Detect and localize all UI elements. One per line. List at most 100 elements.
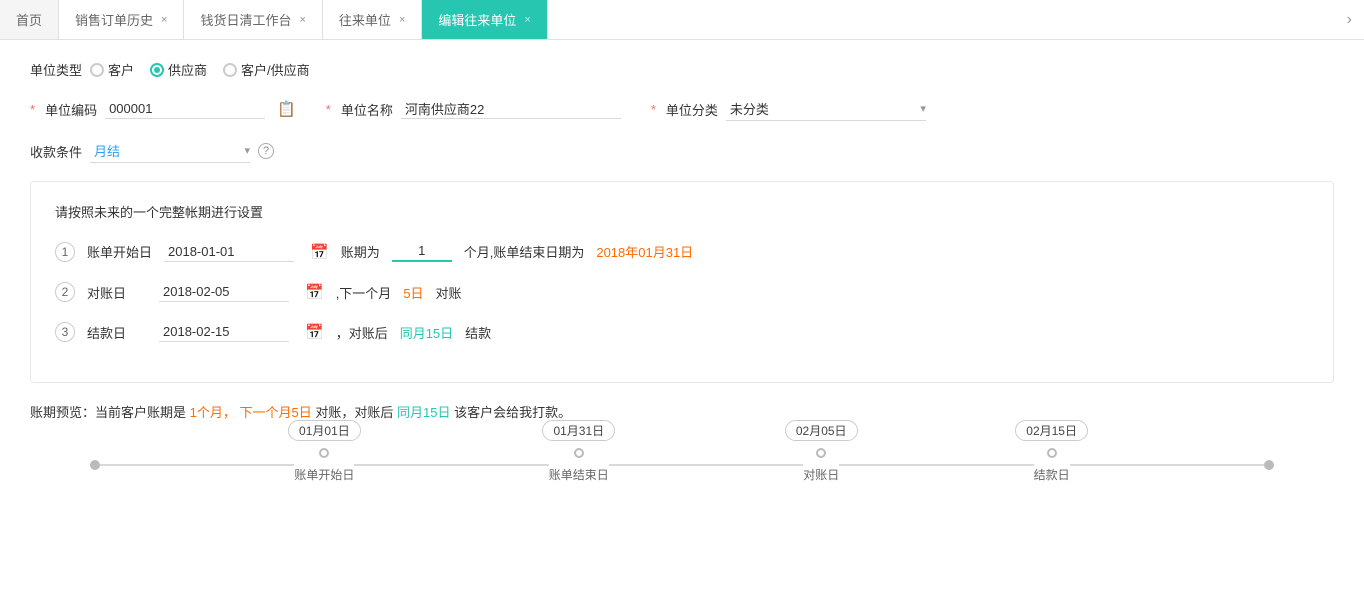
period-num-1: 1 xyxy=(55,242,75,262)
unit-name-label: 单位名称 xyxy=(341,100,393,119)
preview-part4: 同月15日 xyxy=(397,405,450,420)
timeline-sub-3: 对账日 xyxy=(803,466,839,483)
period-recon-calendar[interactable]: 📅 xyxy=(305,283,324,301)
payment-terms-arrow: ▾ xyxy=(244,144,250,157)
unit-cat-required: * xyxy=(651,102,656,117)
unit-type-row: 单位类型 客户 供应商 客户/供应商 xyxy=(30,60,1334,79)
unit-code-label: 单位编码 xyxy=(45,100,97,119)
timeline-sub-2: 账单结束日 xyxy=(549,466,609,483)
timeline-seg-3 xyxy=(609,464,803,466)
period-row-3: 3 结款日 📅 ，对账后 同月15日 结款 xyxy=(55,322,1309,342)
period-settings-title: 请按照未来的一个完整帐期进行设置 xyxy=(55,202,1309,221)
radio-supplier-circle xyxy=(150,63,164,77)
tab-partner-unit[interactable]: 往来单位 × xyxy=(323,0,422,39)
period-payment-calendar[interactable]: 📅 xyxy=(305,323,324,341)
period-row-1: 1 账单开始日 📅 账期为 个月,账单结束日期为 2018年01月31日 xyxy=(55,241,1309,262)
tab-edit-partner[interactable]: 编辑往来单位 × xyxy=(422,0,547,39)
tab-home-label: 首页 xyxy=(16,10,42,29)
unit-category-label: 单位分类 xyxy=(666,100,718,119)
radio-customer[interactable]: 客户 xyxy=(90,60,134,79)
timeline-start-dot xyxy=(90,460,100,470)
tab-sales-label: 销售订单历史 xyxy=(75,10,153,29)
tab-home[interactable]: 首页 xyxy=(0,0,59,39)
timeline-tag-4: 02月15日 xyxy=(1015,420,1088,441)
timeline-tag-3: 02月05日 xyxy=(785,420,858,441)
period-settings-box: 请按照未来的一个完整帐期进行设置 1 账单开始日 📅 账期为 个月,账单结束日期… xyxy=(30,181,1334,383)
tab-sales-close[interactable]: × xyxy=(161,14,167,26)
preview-suffix: 该客户会给我打款。 xyxy=(454,405,571,420)
unit-category-select[interactable]: 未分类 ▾ xyxy=(726,97,926,121)
payment-terms-select[interactable]: 月结 ▾ xyxy=(90,139,250,163)
unit-category-arrow: ▾ xyxy=(920,102,926,115)
timeline-seg-2 xyxy=(354,464,548,466)
payment-terms-label: 收款条件 xyxy=(30,142,82,161)
unit-code-input[interactable] xyxy=(105,99,265,119)
timeline-node-2: 01月31日 账单结束日 xyxy=(549,448,609,483)
tab-cash-label: 钱货日清工作台 xyxy=(200,10,291,29)
main-content: 单位类型 客户 供应商 客户/供应商 * 单位编码 xyxy=(0,40,1364,608)
period-recon-day: 5日 xyxy=(403,283,423,302)
tab-bar: 首页 销售订单历史 × 钱货日清工作台 × 往来单位 × 编辑往来单位 × › xyxy=(0,0,1364,40)
preview-prefix: 账期预览：当前客户账期是 xyxy=(30,405,186,420)
period-payment-input[interactable] xyxy=(159,322,289,342)
tab-partner-close[interactable]: × xyxy=(399,14,405,26)
unit-code-icon[interactable]: 📋 xyxy=(277,100,296,118)
timeline-node-1: 01月01日 账单开始日 xyxy=(294,448,354,483)
tab-sales-history[interactable]: 销售订单历史 × xyxy=(59,0,184,39)
radio-both-label: 客户/供应商 xyxy=(241,60,310,79)
radio-supplier[interactable]: 供应商 xyxy=(150,60,207,79)
period-payment-day: 同月15日 xyxy=(400,323,453,342)
timeline-seg-5 xyxy=(1070,464,1264,466)
radio-customer-label: 客户 xyxy=(108,60,134,79)
period-start-input[interactable] xyxy=(164,242,294,262)
unit-name-input[interactable] xyxy=(401,99,621,119)
timeline-dot-3 xyxy=(816,448,826,458)
period-middle-label: 账期为 xyxy=(341,242,380,261)
tab-cash-work[interactable]: 钱货日清工作台 × xyxy=(184,0,322,39)
radio-both[interactable]: 客户/供应商 xyxy=(223,60,310,79)
timeline-seg-1 xyxy=(100,464,294,466)
preview-part3: 对账，对账后 xyxy=(315,405,393,420)
unit-type-label: 单位类型 xyxy=(30,60,82,79)
unit-name-required: * xyxy=(326,102,331,117)
timeline-tag-1: 01月01日 xyxy=(288,420,361,441)
period-suffix-1: 个月,账单结束日期为 xyxy=(464,242,585,261)
tab-partner-label: 往来单位 xyxy=(339,10,391,29)
period-payment-label: 结款日 xyxy=(87,323,147,342)
timeline-sub-1: 账单开始日 xyxy=(294,466,354,483)
period-payment-prefix: ，对账后 xyxy=(336,323,388,342)
period-num-2: 2 xyxy=(55,282,75,302)
period-months-input[interactable] xyxy=(392,241,452,262)
payment-terms-row: 收款条件 月结 ▾ ? xyxy=(30,139,1334,163)
tab-cash-close[interactable]: × xyxy=(299,14,305,26)
unit-code-group: * 单位编码 📋 xyxy=(30,99,296,119)
timeline-end-dot xyxy=(1264,460,1274,470)
unit-code-required: * xyxy=(30,102,35,117)
tab-edit-close[interactable]: × xyxy=(524,14,530,26)
tab-more-button[interactable]: › xyxy=(1335,11,1364,29)
unit-name-group: * 单位名称 xyxy=(326,99,621,119)
timeline-dot-2 xyxy=(574,448,584,458)
radio-supplier-label: 供应商 xyxy=(168,60,207,79)
timeline-tag-2: 01月31日 xyxy=(542,420,615,441)
unit-category-group: * 单位分类 未分类 ▾ xyxy=(651,97,926,121)
period-start-calendar[interactable]: 📅 xyxy=(310,243,329,261)
period-end-date: 2018年01月31日 xyxy=(596,242,693,261)
help-icon[interactable]: ? xyxy=(258,143,274,159)
period-recon-input[interactable] xyxy=(159,282,289,302)
unit-info-row: * 单位编码 📋 * 单位名称 * 单位分类 未分类 ▾ xyxy=(30,97,1334,121)
unit-category-value: 未分类 xyxy=(726,97,920,120)
timeline-node-4: 02月15日 结款日 xyxy=(1034,448,1070,483)
period-payment-suffix: 结款 xyxy=(465,323,491,342)
period-row-2: 2 对账日 📅 ,下一个月 5日 对账 xyxy=(55,282,1309,302)
unit-type-group: 单位类型 客户 供应商 客户/供应商 xyxy=(30,60,310,79)
radio-group: 客户 供应商 客户/供应商 xyxy=(90,60,310,79)
payment-terms-group: 收款条件 月结 ▾ ? xyxy=(30,139,274,163)
period-num-3: 3 xyxy=(55,322,75,342)
timeline-dot-1 xyxy=(319,448,329,458)
radio-customer-circle xyxy=(90,63,104,77)
period-start-label: 账单开始日 xyxy=(87,242,152,261)
timeline-node-3: 02月05日 对账日 xyxy=(803,448,839,483)
timeline-dot-4 xyxy=(1047,448,1057,458)
preview-text: 账期预览：当前客户账期是 1个月， 下一个月5日 对账，对账后 同月15日 该客… xyxy=(30,403,1334,424)
